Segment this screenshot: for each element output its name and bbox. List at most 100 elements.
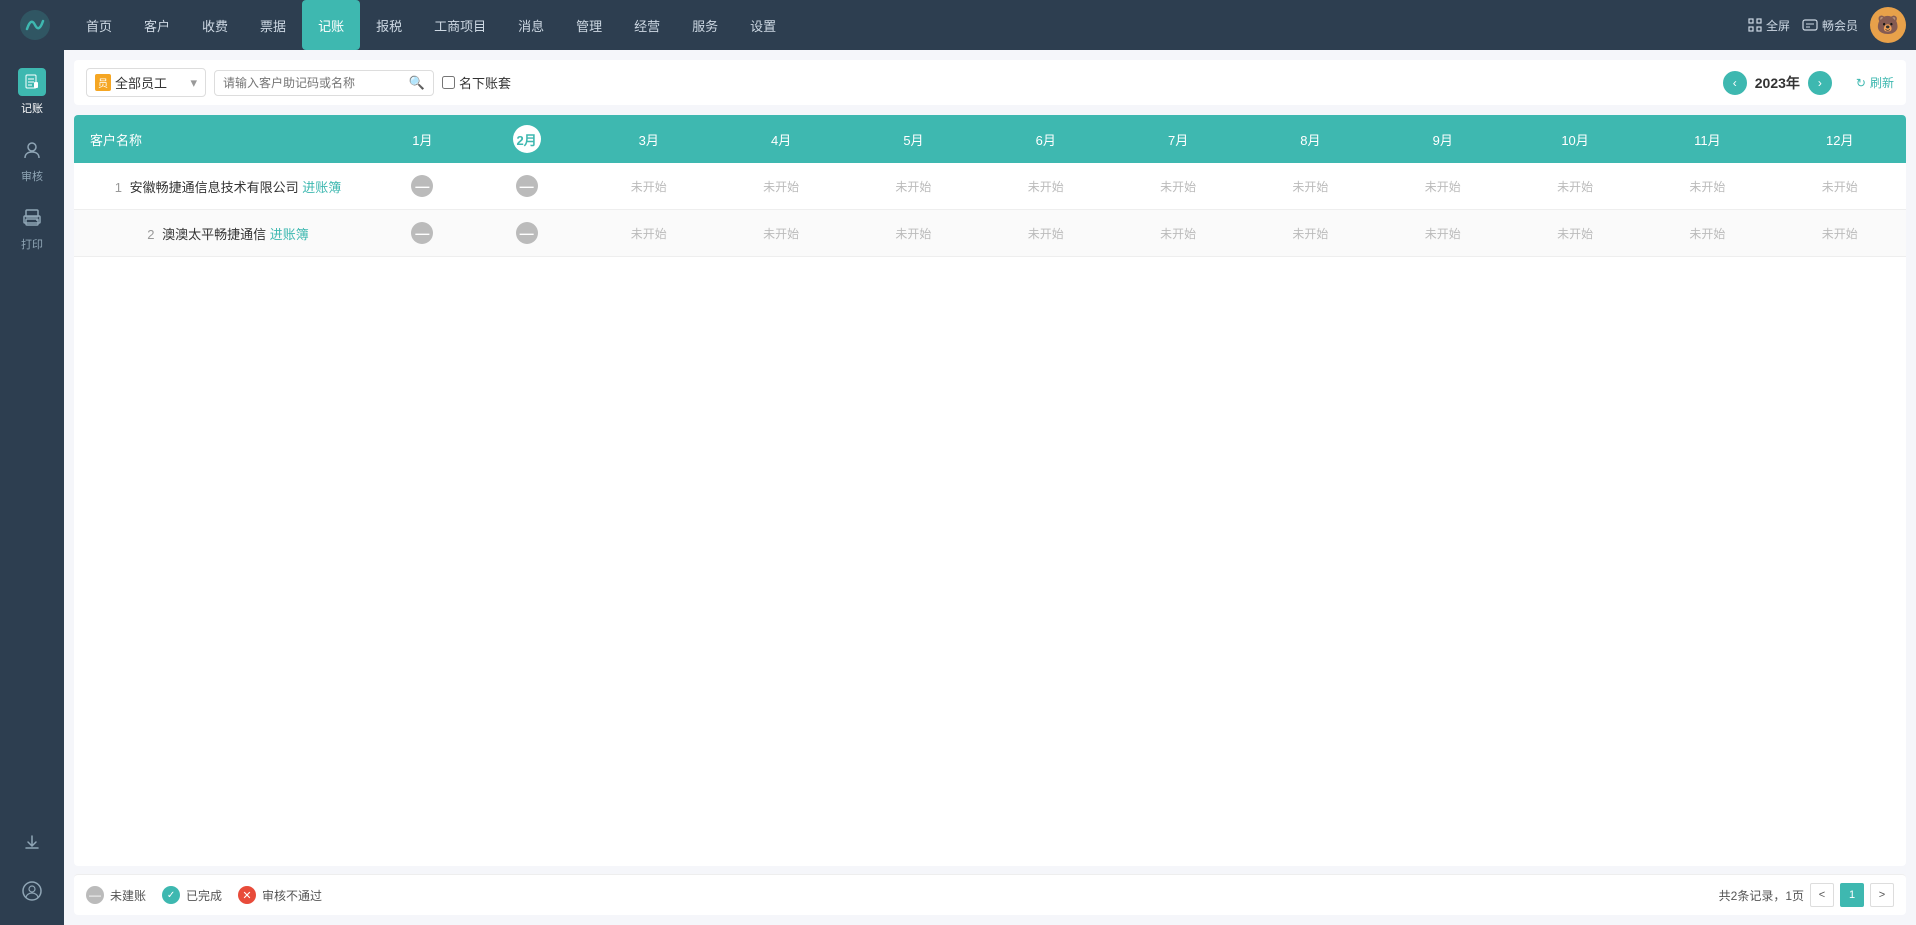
avatar[interactable]: 🐻 [1870,7,1906,43]
enter-link[interactable]: 进账簿 [302,180,341,195]
not-started-text: 未开始 [1822,227,1858,241]
client-name: 安徽畅捷通信息技术有限公司 [130,180,299,195]
search-input-wrap: 🔍 [214,70,434,96]
month-cell: 未开始 [1377,163,1509,210]
not-started-text: 未开始 [1557,227,1593,241]
col-header-may: 5月 [847,115,979,163]
sidebar-item-bookkeeping[interactable]: 记账 [0,58,64,126]
client-num: 2 [147,227,154,242]
month-cell: 未开始 [1509,210,1641,257]
refresh-button[interactable]: ↻ 刷新 [1856,74,1894,91]
month-cell: 未开始 [583,163,715,210]
month-cell: 未开始 [847,163,979,210]
my-books-checkbox[interactable]: 名下账套 [442,73,511,92]
search-input[interactable] [223,76,409,90]
client-num: 1 [115,180,122,195]
enter-link[interactable]: 进账簿 [270,227,309,242]
next-page-button[interactable]: > [1870,883,1894,907]
month-cell: 未开始 [583,210,715,257]
client-name: 澳澳太平畅捷通信 [162,227,266,242]
nav-tax[interactable]: 报税 [360,0,418,50]
nav-invoice[interactable]: 票据 [244,0,302,50]
download-icon [18,829,46,857]
next-year-button[interactable]: › [1808,71,1832,95]
nav-home[interactable]: 首页 [70,0,128,50]
nav-manage[interactable]: 管理 [560,0,618,50]
status-dash-icon: — [516,175,538,197]
nav-operation[interactable]: 经营 [618,0,676,50]
month-cell: 未开始 [1112,210,1244,257]
employee-select[interactable]: 员 全部员工 ▾ [86,68,206,97]
not-started-text: 未开始 [1689,180,1725,194]
month-cell: — [374,210,471,257]
not-started-text: 未开始 [1292,227,1328,241]
year-nav: ‹ 2023年 › [1723,71,1832,95]
col-header-jun: 6月 [980,115,1112,163]
legend-x-icon: ✕ [238,886,256,904]
client-cell: 1 安徽畅捷通信息技术有限公司 进账簿 [74,163,374,210]
col-header-dec: 12月 [1774,115,1906,163]
not-started-text: 未开始 [1028,180,1064,194]
fullscreen-icon [1748,18,1762,32]
legend-rejected-label: 审核不通过 [262,887,322,904]
legend-not-built: — 未建账 [86,886,146,904]
month-cell: — [471,210,583,257]
not-started-text: 未开始 [1292,180,1328,194]
legend-dash-icon: — [86,886,104,904]
not-started-text: 未开始 [1822,180,1858,194]
col-header-jul: 7月 [1112,115,1244,163]
not-started-text: 未开始 [1160,227,1196,241]
employee-icon: 员 [95,74,111,91]
nav-billing[interactable]: 收费 [186,0,244,50]
member-icon [1802,17,1818,33]
sidebar-item-review[interactable]: 审核 [0,126,64,194]
legend-check-icon: ✓ [162,886,180,904]
toolbar: 员 全部员工 ▾ 🔍 名下账套 ‹ 2023年 › ↻ 刷新 [74,60,1906,105]
not-started-text: 未开始 [895,227,931,241]
top-nav: 首页 客户 收费 票据 记账 报税 工商项目 消息 管理 经营 服务 设置 全屏 [0,0,1916,50]
col-header-aug: 8月 [1244,115,1376,163]
nav-right: 全屏 畅会员 🐻 [1748,7,1906,43]
sidebar-item-download[interactable] [0,819,64,867]
nav-message[interactable]: 消息 [502,0,560,50]
sidebar-item-print[interactable]: 打印 [0,194,64,262]
sidebar-review-label: 审核 [21,168,43,184]
nav-items: 首页 客户 收费 票据 记账 报税 工商项目 消息 管理 经营 服务 设置 [70,0,1748,50]
col-header-feb: 2月 [471,115,583,163]
member-button[interactable]: 畅会员 [1802,17,1858,34]
status-dash-icon: — [516,222,538,244]
left-sidebar: 记账 审核 打印 [0,50,64,925]
nav-customer[interactable]: 客户 [128,0,186,50]
status-dash-icon: — [411,222,433,244]
bookkeeping-table: 客户名称 1月 2月 3月 4月 5月 6月 7月 8月 9月 10月 11月 [74,115,1906,257]
legend-completed-label: 已完成 [186,887,222,904]
page-1-button[interactable]: 1 [1840,883,1864,907]
print-icon [18,204,46,232]
review-icon [18,136,46,164]
chevron-down-icon: ▾ [190,75,197,91]
prev-year-button[interactable]: ‹ [1723,71,1747,95]
prev-page-button[interactable]: < [1810,883,1834,907]
refresh-label: 刷新 [1870,74,1894,91]
search-icon[interactable]: 🔍 [409,75,425,91]
not-started-text: 未开始 [895,180,931,194]
nav-bookkeeping[interactable]: 记账 [302,0,360,50]
sidebar-item-user[interactable] [0,867,64,915]
month-cell: 未开始 [1509,163,1641,210]
month-cell: 未开始 [1244,210,1376,257]
nav-settings[interactable]: 设置 [734,0,792,50]
nav-business[interactable]: 工商项目 [418,0,502,50]
not-started-text: 未开始 [1160,180,1196,194]
nav-service[interactable]: 服务 [676,0,734,50]
not-started-text: 未开始 [1689,227,1725,241]
member-label: 畅会员 [1822,17,1858,34]
sidebar-bookkeeping-label: 记账 [21,100,43,116]
fullscreen-button[interactable]: 全屏 [1748,17,1790,34]
month-cell: 未开始 [847,210,979,257]
sidebar-print-label: 打印 [21,236,43,252]
my-books-check-input[interactable] [442,76,455,89]
legend-not-built-label: 未建账 [110,887,146,904]
month-cell: 未开始 [1377,210,1509,257]
month-cell: 未开始 [1112,163,1244,210]
table-row: 1 安徽畅捷通信息技术有限公司 进账簿 ——未开始未开始未开始未开始未开始未开始… [74,163,1906,210]
